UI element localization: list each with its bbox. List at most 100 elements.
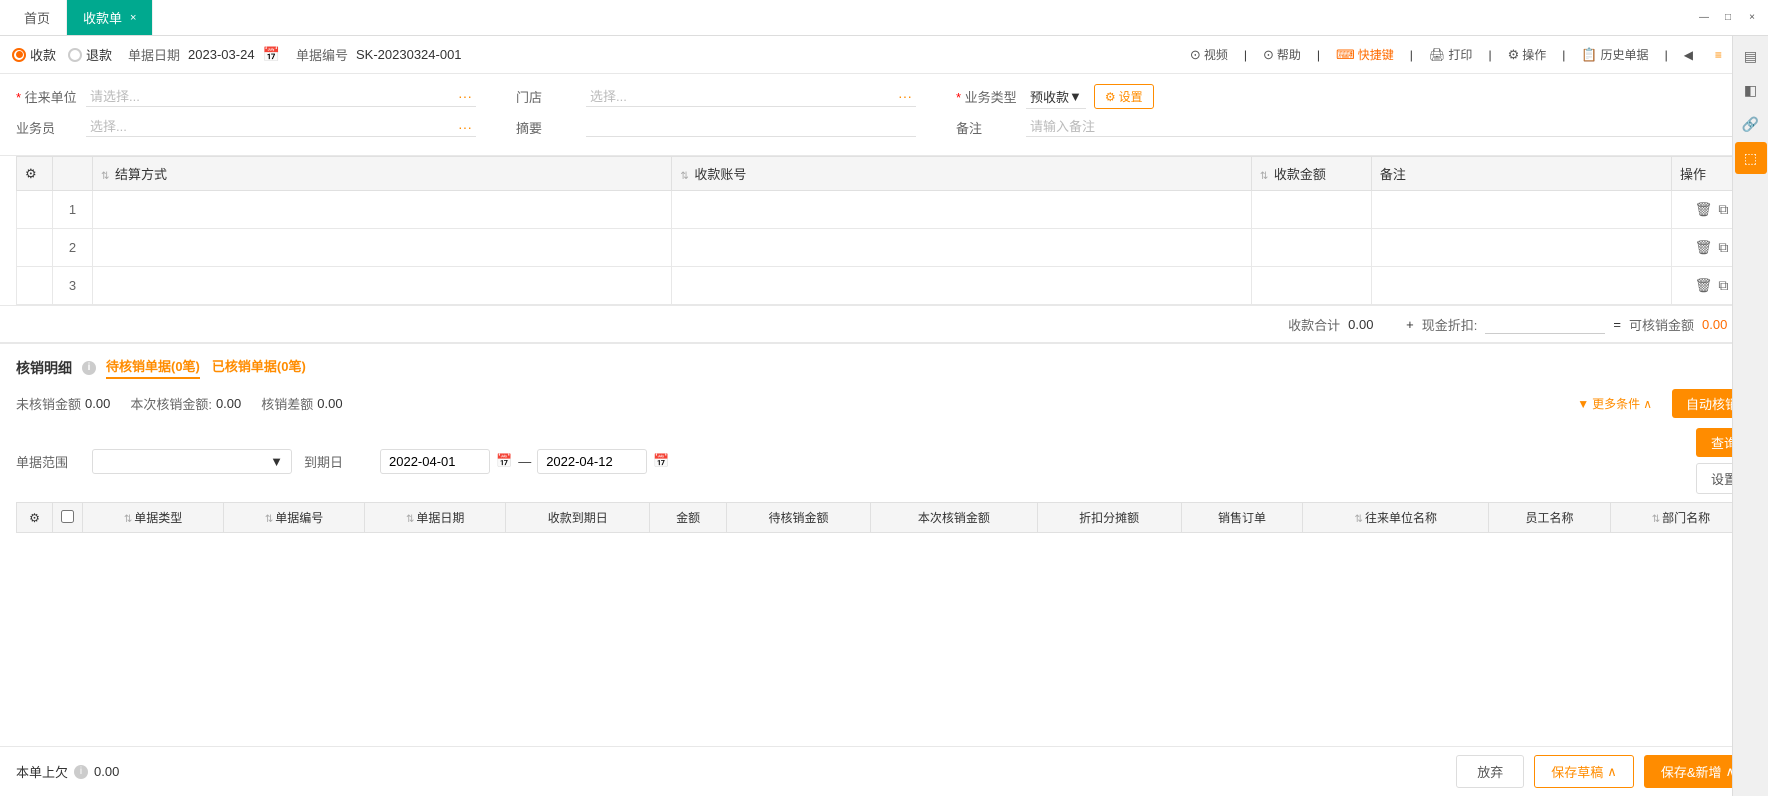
tab-receipt-close[interactable]: × (130, 12, 136, 24)
row1-note[interactable] (1371, 191, 1671, 229)
partner-input[interactable] (86, 87, 454, 106)
radio-refund[interactable]: 退款 (68, 45, 112, 64)
panel-icon-layout[interactable]: ◧ (1735, 74, 1767, 106)
due-date-label: 到期日 (304, 452, 374, 471)
discount-input[interactable] (1485, 314, 1605, 334)
btcol-current: 本次核销金额 (871, 503, 1038, 533)
tab-home-label: 首页 (24, 8, 50, 27)
chevron-up-icon: ∧ (1643, 397, 1652, 411)
row1-copy-btn[interactable]: ⧉ (1718, 201, 1728, 218)
row3-note[interactable] (1371, 267, 1671, 305)
btcol-num: ⇅单据编号 (224, 503, 365, 533)
row2-account[interactable] (672, 229, 1251, 267)
section-title: 核销明细 i 待核销单据(0笔) 已核销单据(0笔) (16, 356, 1752, 379)
store-input[interactable] (586, 87, 894, 106)
row2-check (17, 229, 53, 267)
video-btn[interactable]: ⊙ 视频 (1184, 44, 1234, 65)
window-maximize[interactable]: □ (1720, 10, 1736, 26)
help-btn[interactable]: ⊙ 帮助 (1257, 44, 1307, 65)
window-minimize[interactable]: — (1696, 10, 1712, 26)
btcol-pending: 待核销金额 (726, 503, 870, 533)
footer: 本单上欠 i 0.00 放弃 保存草稿 ∧ 保存&新增 ∧ (0, 746, 1768, 796)
row2-copy-btn[interactable]: ⧉ (1718, 239, 1728, 256)
verification-title: 核销明细 (16, 358, 72, 378)
unverified-value: 0.00 (85, 396, 110, 411)
radio-refund-label: 退款 (86, 45, 112, 64)
col-settings[interactable]: ⚙ (17, 157, 53, 191)
view-toggle-left[interactable]: ◀ (1678, 46, 1699, 64)
biz-type-select[interactable]: 预收款 ▼ (1026, 85, 1086, 109)
btcol-dept: ⇅部门名称 (1610, 503, 1751, 533)
bottom-table-header: ⚙ ⇅单据类型 ⇅单据编号 ⇅单据日期 收款到期日 金额 待核销金额 本次核销金… (17, 503, 1752, 533)
help-label: 帮助 (1277, 46, 1301, 63)
summary-input[interactable] (586, 117, 916, 136)
note-input[interactable] (1026, 117, 1752, 136)
btcol-checkbox[interactable] (53, 503, 83, 533)
row2-note[interactable] (1371, 229, 1671, 267)
row1-delete-btn[interactable]: 🗑 (1695, 201, 1713, 218)
row3-copy-btn[interactable]: ⧉ (1718, 277, 1728, 294)
history-btn[interactable]: 📋 历史单据 (1575, 44, 1654, 65)
diff-stat: 核销差额 0.00 (261, 394, 342, 413)
doc-num-label: 单据编号 (296, 45, 348, 64)
radio-receipt[interactable]: 收款 (12, 45, 56, 64)
row3-settlement[interactable] (93, 267, 672, 305)
history-label: 历史单据 (1601, 46, 1649, 63)
info-circle-icon[interactable]: i (74, 765, 88, 779)
form-area: 往来单位 ··· 门店 ··· 业务类型 预收款 (0, 74, 1768, 156)
row1-amount[interactable] (1251, 191, 1371, 229)
window-close[interactable]: × (1744, 10, 1760, 26)
print-btn[interactable]: 🖨 打印 (1423, 44, 1479, 65)
staff-dots-btn[interactable]: ··· (454, 119, 476, 135)
col-amount: ⇅ 收款金额 (1251, 157, 1371, 191)
current-value: 0.00 (216, 396, 241, 411)
bottom-table: ⚙ ⇅单据类型 ⇅单据编号 ⇅单据日期 收款到期日 金额 待核销金额 本次核销金… (16, 502, 1752, 533)
action-btn[interactable]: ⚙ 操作 (1502, 44, 1553, 65)
staff-input[interactable] (86, 117, 454, 136)
shortcut-btn[interactable]: ⌨ 快捷键 (1330, 44, 1400, 65)
btcol-type: ⇅单据类型 (83, 503, 224, 533)
panel-icon-frame[interactable]: ⬚ (1735, 142, 1767, 174)
panel-icon-link[interactable]: 🔗 (1735, 108, 1767, 140)
date-start-input[interactable] (380, 449, 490, 474)
date-start-calendar-icon[interactable]: 📅 (496, 453, 512, 469)
row2-amount[interactable] (1251, 229, 1371, 267)
discard-btn[interactable]: 放弃 (1456, 755, 1524, 788)
filter-row: 单据范围 ▼ 到期日 📅 — 📅 查询 设置 (16, 428, 1752, 494)
doc-date-value: 2023-03-24 (188, 47, 255, 62)
plus-sign: + (1406, 317, 1414, 332)
row3-amount[interactable] (1251, 267, 1371, 305)
btcol-gear[interactable]: ⚙ (17, 503, 53, 533)
row1-settlement[interactable] (93, 191, 672, 229)
partner-label: 往来单位 (16, 87, 86, 106)
this-doc-label: 本单上欠 (16, 762, 68, 781)
info-icon[interactable]: i (82, 361, 96, 375)
row1-account[interactable] (672, 191, 1251, 229)
date-end-calendar-icon[interactable]: 📅 (653, 453, 669, 469)
doc-date-calendar-icon[interactable]: 📅 (263, 46, 280, 63)
biz-type-wrap: 预收款 ▼ ⚙ 设置 (1026, 84, 1154, 109)
row2-delete-btn[interactable]: 🗑 (1695, 239, 1713, 256)
save-draft-btn[interactable]: 保存草稿 ∧ (1534, 755, 1634, 788)
shortcut-label: 快捷键 (1358, 46, 1394, 63)
row3-account[interactable] (672, 267, 1251, 305)
biz-type-settings-btn[interactable]: ⚙ 设置 (1094, 84, 1154, 109)
bill-range-select[interactable]: ▼ (92, 449, 292, 474)
row2-settlement[interactable] (93, 229, 672, 267)
panel-icon-table[interactable]: ▤ (1735, 40, 1767, 72)
receipt-table: ⚙ ⇅ 结算方式 ⇅ 收款账号 ⇅ 收款金额 备注 (16, 156, 1752, 305)
view-list-btn[interactable]: ≡ (1709, 46, 1728, 64)
store-dots-btn[interactable]: ··· (894, 88, 916, 104)
bill-range-label: 单据范围 (16, 452, 86, 471)
tab-receipt[interactable]: 收款单 × (67, 0, 153, 35)
done-tab[interactable]: 已核销单据(0笔) (212, 356, 306, 379)
pending-tab[interactable]: 待核销单据(0笔) (106, 356, 200, 379)
select-all-checkbox[interactable] (61, 510, 74, 523)
more-conditions[interactable]: ▼ 更多条件 ∧ (1577, 395, 1652, 412)
settings-label: 设置 (1119, 88, 1143, 105)
row3-delete-btn[interactable]: 🗑 (1695, 277, 1713, 294)
save-draft-chevron-icon: ∧ (1607, 764, 1617, 780)
date-end-input[interactable] (537, 449, 647, 474)
tab-home[interactable]: 首页 (8, 0, 67, 35)
partner-dots-btn[interactable]: ··· (454, 88, 476, 104)
